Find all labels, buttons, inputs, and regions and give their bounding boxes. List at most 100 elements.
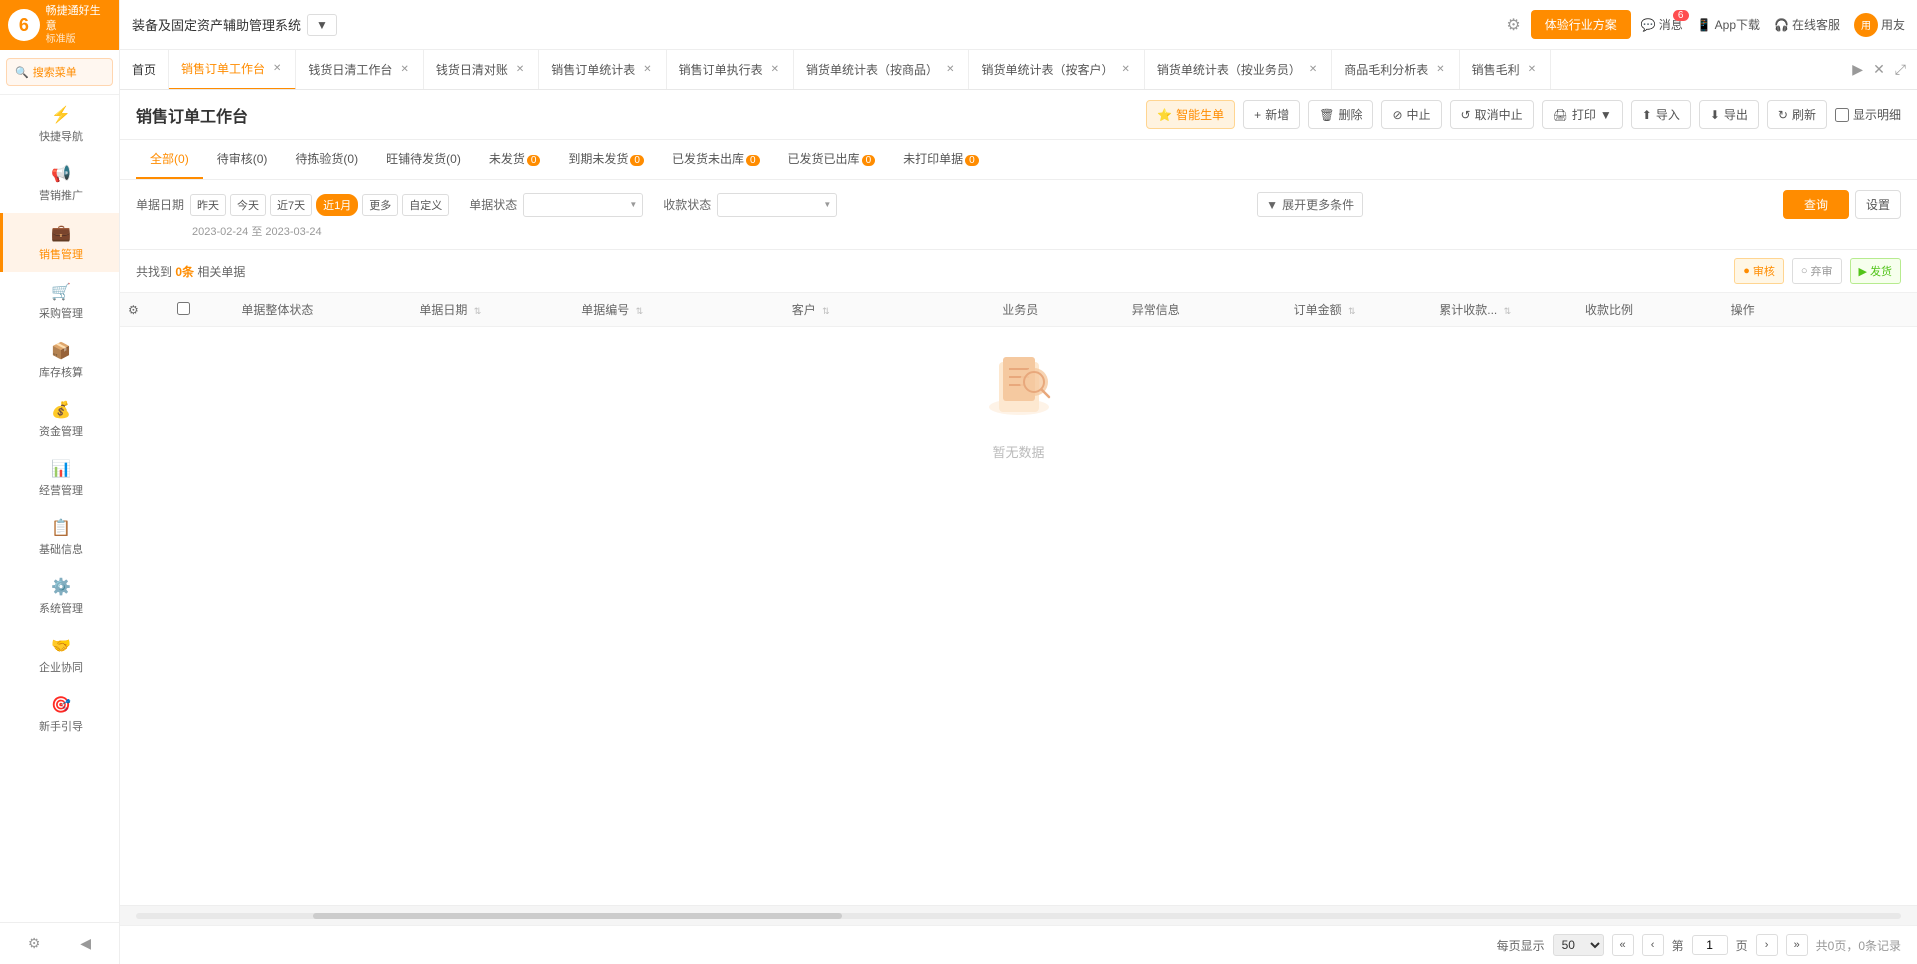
page-input[interactable] <box>1692 935 1728 955</box>
per-page-select[interactable]: 10 20 50 100 <box>1553 934 1604 956</box>
col-customer-header[interactable]: 客户 ⇅ <box>784 293 994 327</box>
sub-tab-shipped-out[interactable]: 已发货已出库0 <box>774 140 890 179</box>
deliver-button[interactable]: ▶ 发货 <box>1850 258 1901 284</box>
sidebar-item-inventory[interactable]: 📦 库存核算 <box>0 331 119 390</box>
tab-close-sales-stat-salesman[interactable]: ✕ <box>1307 63 1319 76</box>
tab-close-sales-stat[interactable]: ✕ <box>641 63 653 76</box>
sub-tab-pending-review[interactable]: 待审核(0) <box>203 140 282 179</box>
show-detail-label: 显示明细 <box>1835 106 1901 123</box>
date-custom-btn[interactable]: 自定义 <box>402 194 449 216</box>
tab-close-cash-reconcile[interactable]: ✕ <box>514 63 526 76</box>
messages-button[interactable]: 💬 消息 6 <box>1641 16 1683 33</box>
tab-sales-stat-product[interactable]: 销货单统计表（按商品） ✕ <box>794 50 969 90</box>
first-page-button[interactable]: « <box>1612 934 1634 956</box>
user-menu-button[interactable]: 用 用友 <box>1854 13 1905 37</box>
filter-settings-button[interactable]: 设置 <box>1855 190 1901 219</box>
online-service-button[interactable]: 🎧 在线客服 <box>1774 16 1840 33</box>
sidebar-item-operations[interactable]: 📊 经营管理 <box>0 449 119 508</box>
sub-tab-overdue-not-shipped[interactable]: 到期未发货0 <box>554 140 658 179</box>
stop-button[interactable]: ⊘ 中止 <box>1381 100 1441 129</box>
sidebar-item-system[interactable]: ⚙️ 系统管理 <box>0 567 119 626</box>
scrollbar-track <box>136 913 1901 919</box>
prev-page-button[interactable]: ‹ <box>1642 934 1664 956</box>
tab-close-sales-stat-product[interactable]: ✕ <box>944 63 956 76</box>
sidebar-item-marketing[interactable]: 📢 营销推广 <box>0 154 119 213</box>
query-button[interactable]: 查询 <box>1783 190 1849 219</box>
scrollbar-thumb[interactable] <box>313 913 843 919</box>
tab-close-all-button[interactable]: ✕ <box>1870 58 1888 81</box>
tab-cash-reconcile[interactable]: 钱货日清对账 ✕ <box>424 50 539 90</box>
smart-create-button[interactable]: ⭐ 智能生单 <box>1146 100 1235 129</box>
date-today-btn[interactable]: 今天 <box>230 194 266 216</box>
col-amount-header[interactable]: 订单金额 ⇅ <box>1286 293 1432 327</box>
briefcase-icon: 💼 <box>51 223 71 243</box>
export-button[interactable]: ⬇ 导出 <box>1699 100 1759 129</box>
tab-sales-revenue[interactable]: 销售毛利 ✕ <box>1460 50 1551 90</box>
sub-tab-not-shipped[interactable]: 未发货0 <box>475 140 555 179</box>
date-yesterday-btn[interactable]: 昨天 <box>190 194 226 216</box>
col-date-header[interactable]: 单据日期 ⇅ <box>411 293 573 327</box>
sub-tab-pending-inspect[interactable]: 待拣验货(0) <box>281 140 372 179</box>
col-received-header[interactable]: 累计收款... ⇅ <box>1431 293 1577 327</box>
lightning-icon: ⚡ <box>51 105 71 125</box>
col-salesman-header[interactable]: 业务员 <box>994 293 1124 327</box>
system-dropdown[interactable]: ▼ <box>307 14 337 36</box>
tab-sales-stat-salesman[interactable]: 销货单统计表（按业务员） ✕ <box>1145 50 1332 90</box>
settings-button[interactable]: ⚙ <box>24 931 45 956</box>
date-1month-btn[interactable]: 近1月 <box>316 194 358 216</box>
tab-close-sales-exec[interactable]: ✕ <box>769 63 781 76</box>
col-abnormal-header[interactable]: 异常信息 <box>1124 293 1286 327</box>
payment-filter-select[interactable] <box>717 193 837 217</box>
sidebar-item-basic-info[interactable]: 📋 基础信息 <box>0 508 119 567</box>
tab-sales-stat-customer[interactable]: 销货单统计表（按客户） ✕ <box>969 50 1144 90</box>
collapse-button[interactable]: ◀ <box>76 931 95 956</box>
tab-close-sales-revenue[interactable]: ✕ <box>1526 63 1538 76</box>
tab-close-cash-daily[interactable]: ✕ <box>398 63 410 76</box>
status-filter-select[interactable] <box>523 193 643 217</box>
print-button[interactable]: 🖨 打印 ▼ <box>1542 100 1623 129</box>
topbar-settings-button[interactable]: ⚙ <box>1506 15 1520 35</box>
add-button[interactable]: + 新增 <box>1243 100 1300 129</box>
sidebar-item-purchase[interactable]: 🛒 采购管理 <box>0 272 119 331</box>
tab-cash-daily[interactable]: 钱货日清工作台 ✕ <box>296 50 423 90</box>
date-more-btn[interactable]: 更多 <box>362 194 398 216</box>
tab-close-gross-profit[interactable]: ✕ <box>1434 63 1446 76</box>
sidebar-item-guide[interactable]: 🎯 新手引导 <box>0 685 119 744</box>
app-download-button[interactable]: 📱 App下载 <box>1697 16 1760 33</box>
sidebar-item-quick-nav[interactable]: ⚡ 快捷导航 <box>0 95 119 154</box>
settings-icon[interactable]: ⚙ <box>128 303 139 317</box>
tab-close-sales-stat-customer[interactable]: ✕ <box>1119 63 1131 76</box>
col-no-header[interactable]: 单据编号 ⇅ <box>573 293 783 327</box>
next-page-button[interactable]: › <box>1756 934 1778 956</box>
tab-sales-stat[interactable]: 销售订单统计表 ✕ <box>539 50 666 90</box>
search-menu-button[interactable]: 🔍 搜索菜单 <box>6 58 113 86</box>
approve-button[interactable]: ● 审核 <box>1734 258 1784 284</box>
show-detail-checkbox[interactable] <box>1835 108 1849 122</box>
tab-sales-workbench[interactable]: 销售订单工作台 ✕ <box>169 50 296 90</box>
col-status-header[interactable]: 单据整体状态 <box>233 293 411 327</box>
tab-fullscreen-button[interactable]: ⤢ <box>1892 58 1909 81</box>
cancel-stop-button[interactable]: ↺ 取消中止 <box>1450 100 1534 129</box>
tab-sales-exec[interactable]: 销售订单执行表 ✕ <box>667 50 794 90</box>
sidebar-item-enterprise[interactable]: 🤝 企业协同 <box>0 626 119 685</box>
tab-home[interactable]: 首页 <box>120 50 169 90</box>
tab-scroll-right-button[interactable]: ▶ <box>1849 58 1866 81</box>
date-7days-btn[interactable]: 近7天 <box>270 194 312 216</box>
sub-tab-wangpu-pending[interactable]: 旺铺待发货(0) <box>372 140 475 179</box>
delete-button[interactable]: 🗑 删除 <box>1308 100 1373 129</box>
col-ratio-header[interactable]: 收款比例 <box>1577 293 1723 327</box>
solution-button[interactable]: 体验行业方案 <box>1531 10 1631 39</box>
last-page-button[interactable]: » <box>1786 934 1808 956</box>
expand-filter-button[interactable]: ▼ 展开更多条件 <box>1257 192 1363 217</box>
sub-tab-not-printed[interactable]: 未打印单据0 <box>889 140 993 179</box>
unapprove-button[interactable]: ○ 弃审 <box>1792 258 1842 284</box>
refresh-button[interactable]: ↻ 刷新 <box>1767 100 1827 129</box>
tab-close-sales-workbench[interactable]: ✕ <box>271 62 283 75</box>
tab-gross-profit[interactable]: 商品毛利分析表 ✕ <box>1332 50 1459 90</box>
sub-tab-all[interactable]: 全部(0) <box>136 140 203 179</box>
select-all-checkbox[interactable] <box>177 302 190 315</box>
sidebar-item-finance[interactable]: 💰 资金管理 <box>0 390 119 449</box>
sidebar-item-sales[interactable]: 💼 销售管理 <box>0 213 119 272</box>
import-button[interactable]: ⬆ 导入 <box>1631 100 1691 129</box>
sub-tab-shipped-not-out[interactable]: 已发货未出库0 <box>658 140 774 179</box>
